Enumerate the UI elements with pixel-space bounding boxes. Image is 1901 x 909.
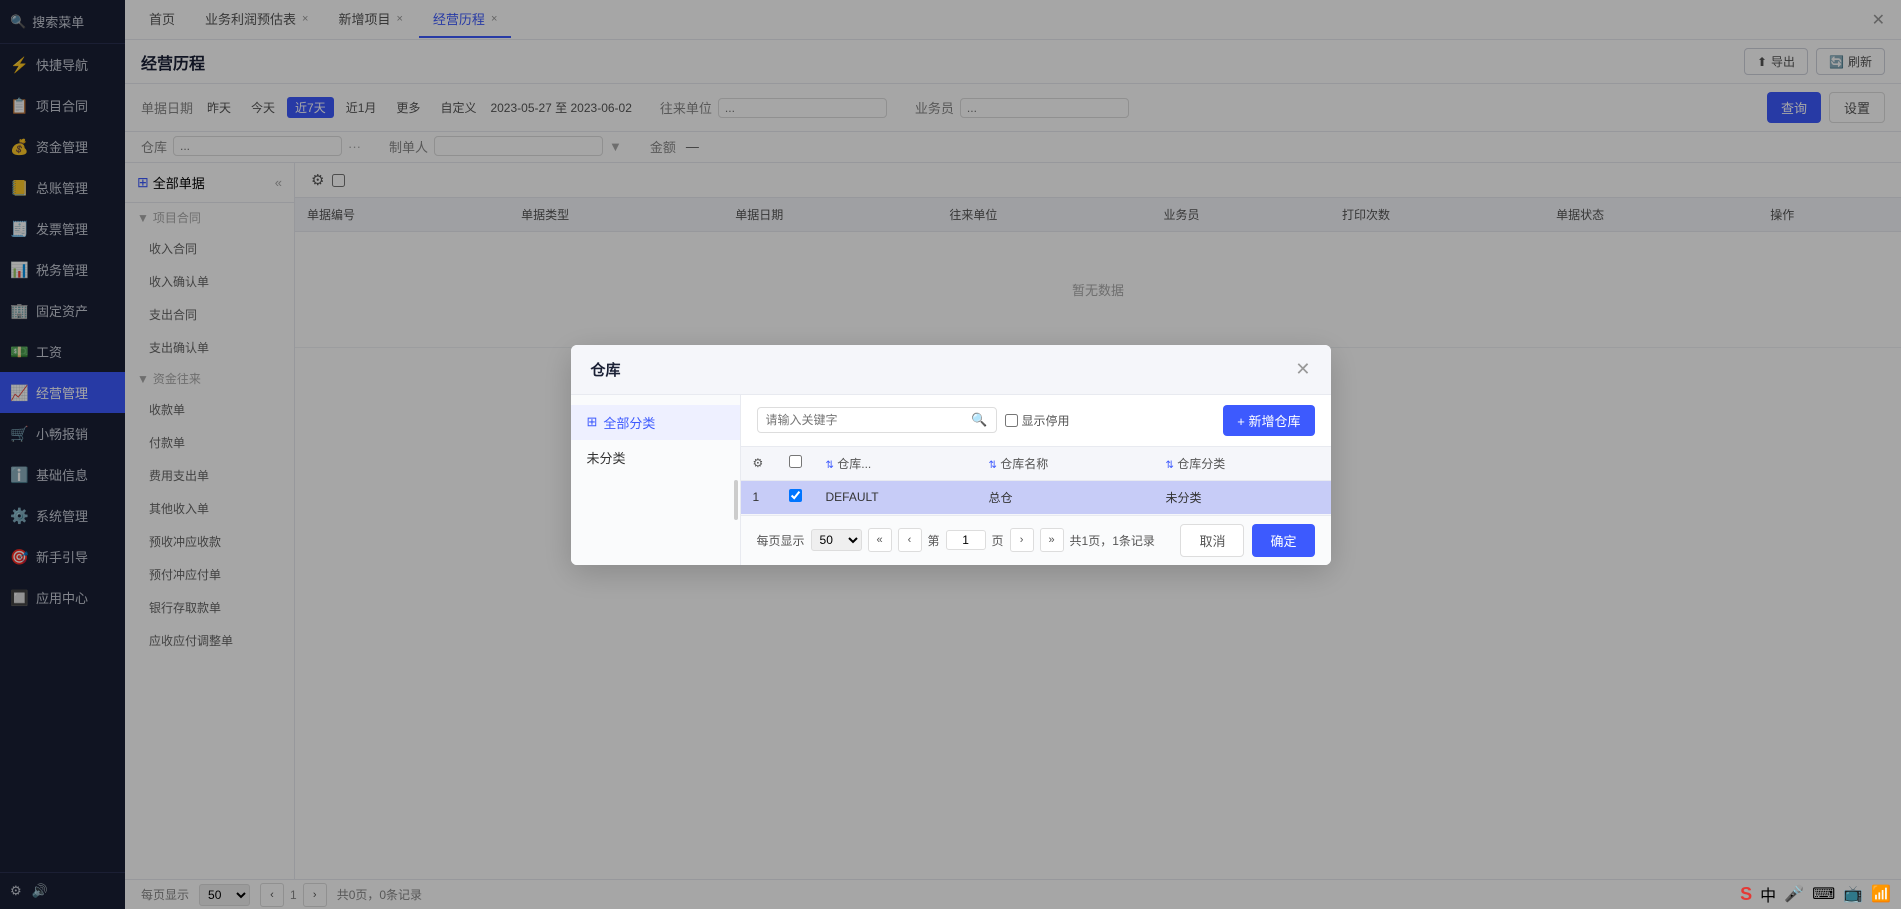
modal-table-wrap: ⚙ ⇅ 仓库... ⇅ 仓库名称 [741, 447, 1331, 515]
modal-footer-actions: 取消 确定 [1180, 524, 1314, 557]
modal-tree: ⊞ 全部分类 未分类 [571, 395, 741, 565]
taskbar-zh-icon[interactable]: 中 [1760, 882, 1776, 906]
taskbar-wifi-icon[interactable]: 📶 [1871, 884, 1891, 904]
modal-last-btn[interactable]: » [1040, 528, 1064, 552]
show-disabled-checkbox[interactable] [1005, 414, 1018, 427]
modal-header: 仓库 ✕ [571, 345, 1331, 395]
modal-toolbar: 🔍 显示停用 + 新增仓库 [741, 395, 1331, 447]
modal-total-label: 共1页，1条记录 [1070, 532, 1155, 549]
tree-item-all[interactable]: ⊞ 全部分类 [571, 405, 740, 440]
modal-body: ⊞ 全部分类 未分类 🔍 显示停用 [571, 395, 1331, 565]
modal-col-category: ⇅ 仓库分类 [1153, 447, 1330, 481]
warehouse-modal: 仓库 ✕ ⊞ 全部分类 未分类 [571, 345, 1331, 565]
modal-close-button[interactable]: ✕ [1295, 359, 1310, 380]
add-warehouse-button[interactable]: + 新增仓库 [1223, 405, 1314, 436]
modal-next-btn[interactable]: › [1010, 528, 1034, 552]
search-icon[interactable]: 🔍 [971, 412, 987, 428]
modal-table-row[interactable]: 1 DEFAULT 总仓 未分类 [741, 480, 1331, 514]
taskbar-icons: S 中 🎤 ⌨ 📺 📶 [1730, 879, 1901, 909]
tree-scrollbar[interactable] [734, 480, 738, 520]
tree-unclassified-label: 未分类 [587, 448, 626, 467]
row-category: 未分类 [1153, 480, 1330, 514]
modal-cancel-button[interactable]: 取消 [1180, 524, 1244, 557]
row-name: 总仓 [976, 480, 1153, 514]
modal-search-input[interactable] [766, 413, 972, 427]
modal-per-page-select[interactable]: 50 100 [811, 529, 862, 551]
col-cat-sort-icon[interactable]: ⇅ [1165, 460, 1173, 471]
modal-col-code: ⇅ 仓库... [814, 447, 977, 481]
modal-confirm-button[interactable]: 确定 [1252, 524, 1314, 557]
modal-title: 仓库 [591, 359, 621, 380]
select-all-checkbox[interactable] [789, 455, 802, 468]
modal-table: ⚙ ⇅ 仓库... ⇅ 仓库名称 [741, 447, 1331, 515]
taskbar-keyboard-icon[interactable]: ⌨ [1812, 884, 1835, 904]
modal-col-settings[interactable]: ⚙ [741, 447, 777, 481]
row-settings[interactable]: 1 [741, 480, 777, 514]
modal-search-box[interactable]: 🔍 [757, 407, 997, 433]
modal-col-checkbox [777, 447, 814, 481]
tree-all-label: 全部分类 [603, 413, 655, 432]
col-name-sort-icon[interactable]: ⇅ [988, 460, 996, 471]
row-select-checkbox[interactable] [789, 489, 802, 502]
row-checkbox[interactable] [777, 480, 814, 514]
modal-page-suffix: 页 [992, 532, 1004, 549]
modal-pagination: 每页显示 50 100 « ‹ 第 页 › » 共1页，1条记录 [757, 528, 1155, 552]
show-disabled-label[interactable]: 显示停用 [1005, 412, 1070, 429]
col-code-sort-icon[interactable]: ⇅ [826, 460, 834, 471]
modal-footer: 每页显示 50 100 « ‹ 第 页 › » 共1页，1条记录 [741, 515, 1331, 565]
modal-per-page-label: 每页显示 [757, 532, 805, 549]
modal-overlay[interactable]: 仓库 ✕ ⊞ 全部分类 未分类 [0, 0, 1901, 909]
modal-col-name: ⇅ 仓库名称 [976, 447, 1153, 481]
tree-item-unclassified[interactable]: 未分类 [571, 440, 740, 475]
taskbar-logo: S [1740, 884, 1752, 905]
modal-right: 🔍 显示停用 + 新增仓库 ⚙ [741, 395, 1331, 565]
taskbar-mic-icon[interactable]: 🎤 [1784, 884, 1804, 904]
row-code: DEFAULT [814, 480, 977, 514]
modal-first-btn[interactable]: « [868, 528, 892, 552]
modal-page-input[interactable] [946, 530, 986, 550]
modal-page-label: 第 [928, 532, 940, 549]
grid-icon-tree: ⊞ [587, 414, 598, 430]
modal-prev-btn[interactable]: ‹ [898, 528, 922, 552]
taskbar-tv-icon[interactable]: 📺 [1843, 884, 1863, 904]
